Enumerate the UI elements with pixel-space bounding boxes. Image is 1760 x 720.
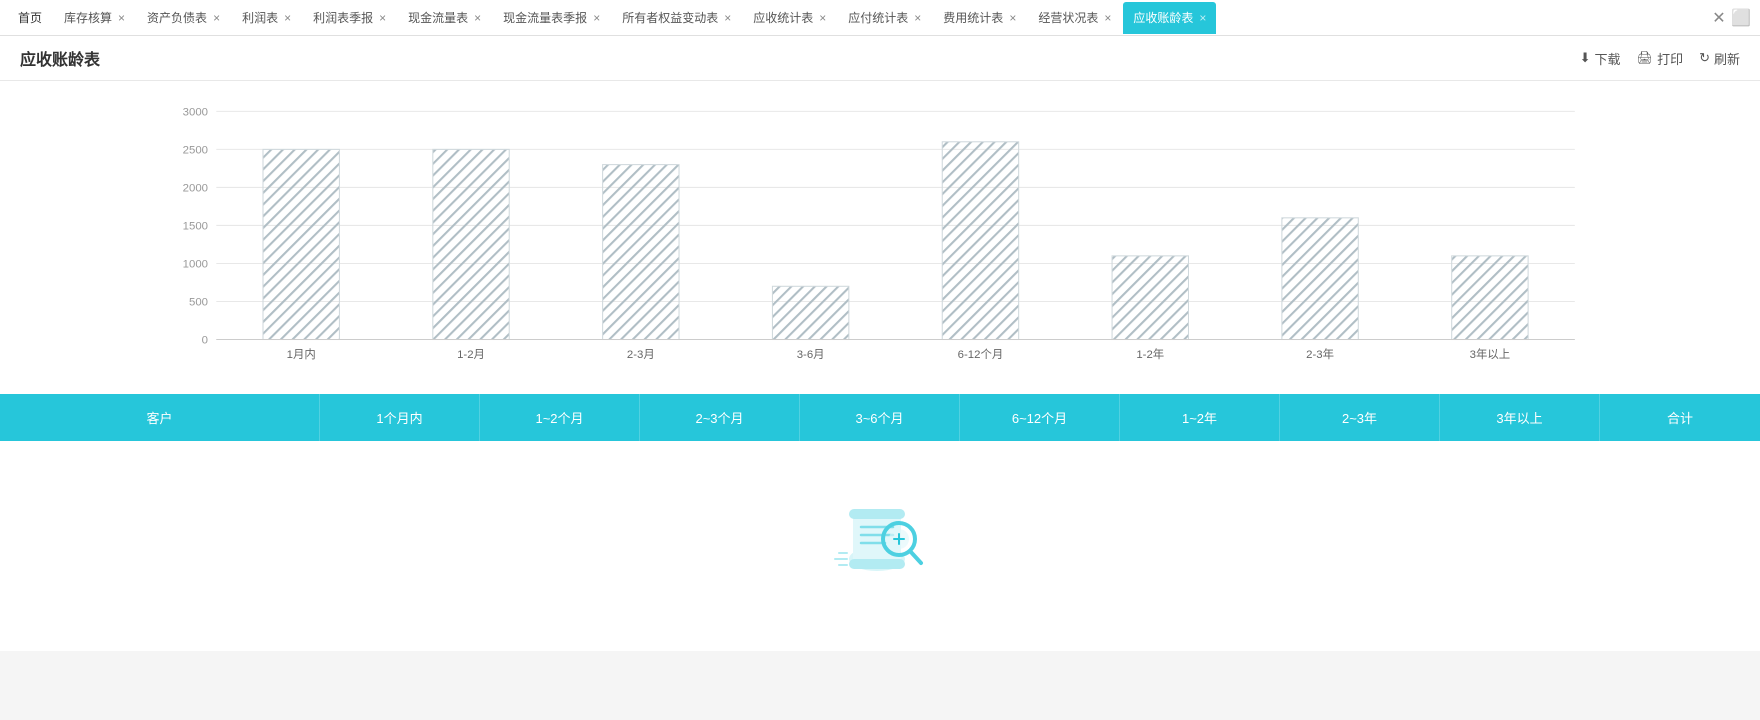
svg-text:2-3月: 2-3月	[627, 349, 655, 361]
table-header-3: 2~3个月	[640, 394, 800, 441]
tab-label-expense: 费用统计表	[943, 9, 1003, 26]
table-header-8: 3年以上	[1440, 394, 1600, 441]
tab-close-operation[interactable]: ×	[1104, 11, 1111, 25]
page-header: 应收账龄表 ⬇ 下载 🖨 打印 ↻ 刷新	[0, 36, 1760, 81]
bar-chart: 0 500 1000 1500 2000 2500 3000 1月内 1-2月 2-3月 3-6月 6…	[30, 101, 1730, 381]
svg-text:2-3年: 2-3年	[1306, 347, 1334, 361]
table-header-1: 1个月内	[320, 394, 480, 441]
svg-text:3年以上: 3年以上	[1470, 347, 1511, 361]
svg-text:6-12个月: 6-12个月	[958, 348, 1004, 361]
table-header-5: 6~12个月	[960, 394, 1120, 441]
svg-text:500: 500	[189, 297, 208, 309]
header-actions: ⬇ 下载 🖨 打印 ↻ 刷新	[1580, 49, 1740, 68]
maximize-window-button[interactable]: ⬜	[1734, 11, 1748, 25]
main-content: 0 500 1000 1500 2000 2500 3000 1月内 1-2月 2-3月 3-6月 6…	[0, 81, 1760, 651]
table-header-7: 2~3年	[1280, 394, 1440, 441]
svg-text:3000: 3000	[183, 107, 208, 119]
bar-4	[942, 142, 1018, 340]
bar-5	[1112, 256, 1188, 340]
svg-text:1500: 1500	[183, 221, 208, 233]
tab-close-ap-stat[interactable]: ×	[914, 11, 921, 25]
close-window-button[interactable]: ✕	[1712, 11, 1726, 25]
tab-label-equity: 所有者权益变动表	[622, 9, 718, 26]
svg-text:3-6月: 3-6月	[797, 349, 825, 361]
tab-bar: 首页库存核算×资产负债表×利润表×利润表季报×现金流量表×现金流量表季报×所有者…	[0, 0, 1760, 36]
tab-expense[interactable]: 费用统计表 ×	[933, 2, 1026, 34]
svg-text:1-2月: 1-2月	[457, 349, 485, 361]
tab-ar-aging[interactable]: 应收账龄表 ×	[1123, 2, 1216, 34]
chart-area: 0 500 1000 1500 2000 2500 3000 1月内 1-2月 2-3月 3-6月 6…	[0, 81, 1760, 394]
tab-close-cashflow[interactable]: ×	[474, 11, 481, 25]
tab-label-home: 首页	[18, 9, 42, 26]
tab-close-profit-q[interactable]: ×	[379, 11, 386, 25]
tab-label-ap-stat: 应付统计表	[848, 9, 908, 26]
bar-0	[263, 149, 339, 339]
tab-operation[interactable]: 经营状况表 ×	[1028, 2, 1121, 34]
empty-state-icon	[825, 481, 935, 591]
print-button[interactable]: 🖨 打印	[1637, 49, 1684, 68]
tab-close-ar-aging[interactable]: ×	[1199, 11, 1206, 25]
download-icon: ⬇	[1580, 50, 1591, 66]
tab-label-ar-aging: 应收账龄表	[1133, 9, 1193, 26]
svg-text:2500: 2500	[183, 145, 208, 157]
page-title: 应收账龄表	[20, 46, 100, 70]
svg-text:1月内: 1月内	[287, 347, 316, 361]
bar-1	[433, 149, 509, 339]
svg-text:0: 0	[202, 335, 208, 347]
tab-label-cashflow-q: 现金流量表季报	[503, 9, 587, 26]
tab-close-ar-stat[interactable]: ×	[819, 11, 826, 25]
tab-close-profit[interactable]: ×	[284, 11, 291, 25]
table-header-4: 3~6个月	[800, 394, 960, 441]
tab-ar-stat[interactable]: 应收统计表 ×	[743, 2, 836, 34]
bar-7	[1452, 256, 1528, 340]
tab-label-profit: 利润表	[242, 9, 278, 26]
tab-balance[interactable]: 资产负债表 ×	[137, 2, 230, 34]
table-header-9: 合计	[1600, 394, 1760, 441]
tab-close-expense[interactable]: ×	[1009, 11, 1016, 25]
tab-ap-stat[interactable]: 应付统计表 ×	[838, 2, 931, 34]
bar-3	[772, 286, 848, 339]
tab-close-equity[interactable]: ×	[724, 11, 731, 25]
window-controls: ✕ ⬜	[1712, 11, 1752, 25]
refresh-icon: ↻	[1699, 50, 1710, 66]
bar-6	[1282, 218, 1358, 340]
tab-home[interactable]: 首页	[8, 2, 52, 34]
tab-label-ar-stat: 应收统计表	[753, 9, 813, 26]
tab-close-balance[interactable]: ×	[213, 11, 220, 25]
svg-text:1000: 1000	[183, 259, 208, 271]
tab-profit[interactable]: 利润表 ×	[232, 2, 301, 34]
tab-cashflow-q[interactable]: 现金流量表季报 ×	[493, 2, 610, 34]
print-icon: 🖨	[1637, 50, 1654, 66]
tab-label-inventory: 库存核算	[64, 9, 112, 26]
tab-equity[interactable]: 所有者权益变动表 ×	[612, 2, 741, 34]
table-header-2: 1~2个月	[480, 394, 640, 441]
bar-2	[603, 165, 679, 340]
table-header: 客户1个月内1~2个月2~3个月3~6个月6~12个月1~2年2~3年3年以上合…	[0, 394, 1760, 441]
empty-state	[0, 441, 1760, 651]
tab-label-profit-q: 利润表季报	[313, 9, 373, 26]
tab-inventory[interactable]: 库存核算 ×	[54, 2, 135, 34]
tab-label-operation: 经营状况表	[1038, 9, 1098, 26]
tab-close-inventory[interactable]: ×	[118, 11, 125, 25]
tab-close-cashflow-q[interactable]: ×	[593, 11, 600, 25]
table-header-6: 1~2年	[1120, 394, 1280, 441]
tab-label-balance: 资产负债表	[147, 9, 207, 26]
refresh-button[interactable]: ↻ 刷新	[1699, 49, 1740, 68]
tab-profit-q[interactable]: 利润表季报 ×	[303, 2, 396, 34]
download-button[interactable]: ⬇ 下载	[1580, 49, 1621, 68]
svg-text:1-2年: 1-2年	[1136, 347, 1164, 361]
tab-label-cashflow: 现金流量表	[408, 9, 468, 26]
table-header-0: 客户	[0, 394, 320, 441]
svg-text:2000: 2000	[183, 183, 208, 195]
tab-cashflow[interactable]: 现金流量表 ×	[398, 2, 491, 34]
